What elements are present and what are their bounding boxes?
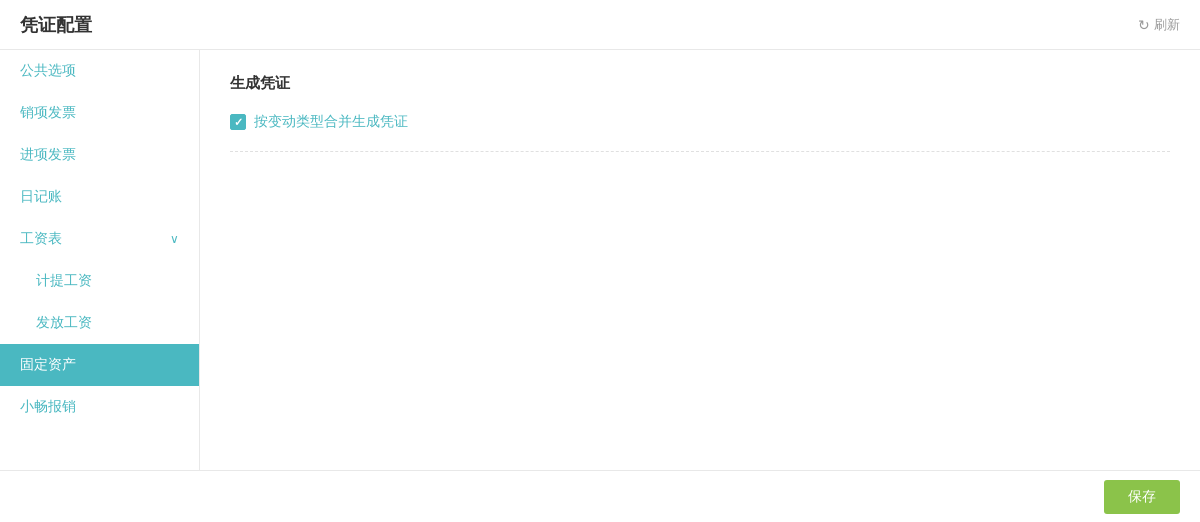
sidebar-label-expenses: 小畅报销 <box>20 398 76 416</box>
sidebar-label-calc-payroll: 计提工资 <box>36 272 92 290</box>
sidebar-item-payroll[interactable]: 工资表 ∨ <box>0 218 199 260</box>
main-layout: 公共选项销项发票进项发票日记账工资表 ∨ 计提工资发放工资固定资产小畅报销 生成凭证… <box>0 50 1200 470</box>
sidebar-label-pay-payroll: 发放工资 <box>36 314 92 332</box>
sidebar-item-expenses[interactable]: 小畅报销 <box>0 386 199 428</box>
checkbox-row: 按变动类型合并生成凭证 <box>230 113 1170 131</box>
sidebar-label-fixed-assets: 固定资产 <box>20 356 76 374</box>
refresh-label: 刷新 <box>1154 16 1180 34</box>
merge-checkbox[interactable] <box>230 114 246 130</box>
page-header: 凭证配置 ↻ 刷新 <box>0 0 1200 50</box>
sidebar-item-sales-invoice[interactable]: 销项发票 <box>0 92 199 134</box>
sidebar: 公共选项销项发票进项发票日记账工资表 ∨ 计提工资发放工资固定资产小畅报销 <box>0 50 200 470</box>
sidebar-item-fixed-assets[interactable]: 固定资产 <box>0 344 199 386</box>
sidebar-label-public: 公共选项 <box>20 62 76 80</box>
refresh-icon: ↻ <box>1138 17 1150 33</box>
sidebar-label-payroll: 工资表 <box>20 230 62 248</box>
chevron-down-icon: ∨ <box>170 232 179 246</box>
sidebar-item-pay-payroll[interactable]: 发放工资 <box>0 302 199 344</box>
page-title: 凭证配置 <box>20 13 92 37</box>
sidebar-label-journal: 日记账 <box>20 188 62 206</box>
checkbox-label[interactable]: 按变动类型合并生成凭证 <box>254 113 408 131</box>
sidebar-item-calc-payroll[interactable]: 计提工资 <box>0 260 199 302</box>
sidebar-label-purchase-invoice: 进项发票 <box>20 146 76 164</box>
sidebar-item-public[interactable]: 公共选项 <box>0 50 199 92</box>
page-footer: 保存 <box>0 470 1200 522</box>
sidebar-item-purchase-invoice[interactable]: 进项发票 <box>0 134 199 176</box>
section-title: 生成凭证 <box>230 74 1170 93</box>
section-divider <box>230 151 1170 152</box>
sidebar-item-journal[interactable]: 日记账 <box>0 176 199 218</box>
refresh-button[interactable]: ↻ 刷新 <box>1138 16 1180 34</box>
sidebar-label-sales-invoice: 销项发票 <box>20 104 76 122</box>
content-area: 生成凭证 按变动类型合并生成凭证 <box>200 50 1200 470</box>
save-button[interactable]: 保存 <box>1104 480 1180 514</box>
